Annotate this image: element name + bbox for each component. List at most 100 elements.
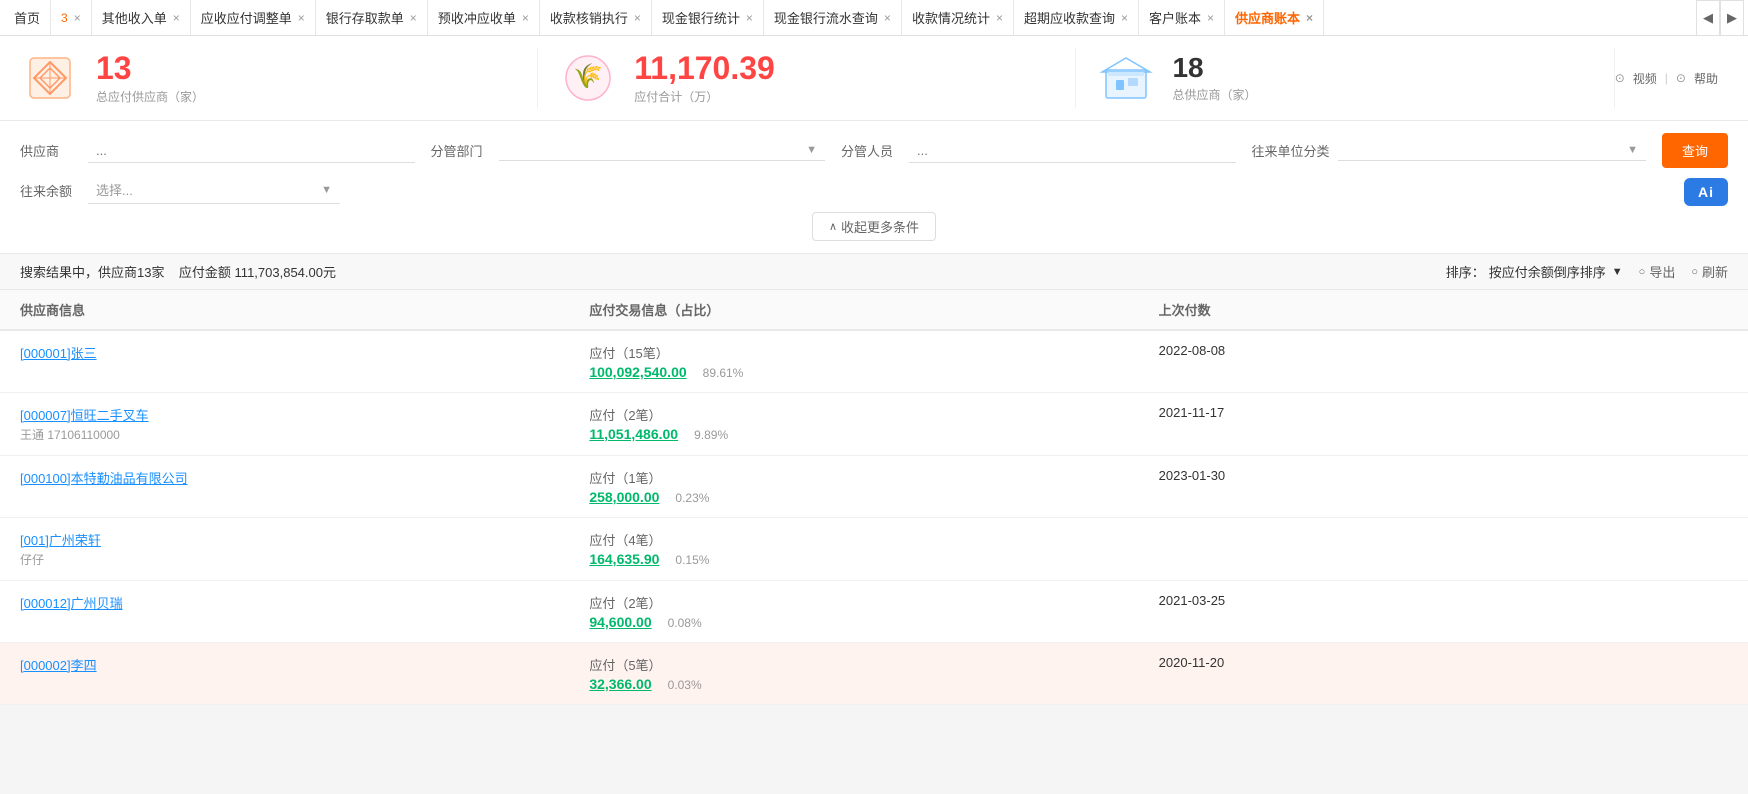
filter-person: 分管人员 (841, 139, 1236, 163)
close-tab-other-income[interactable]: × (173, 11, 180, 25)
supplier-info-cell: [001]广州荣轩 仔仔 (20, 530, 589, 568)
filter-bar: 供应商 分管部门 ▼ 分管人员 往来单位分类 ▼ 查询 (0, 121, 1748, 254)
supplier-input[interactable] (88, 139, 415, 163)
rice-icon: 🌾 (558, 48, 618, 108)
video-link[interactable]: 视频 (1633, 70, 1657, 87)
close-tab-customer-account[interactable]: × (1207, 11, 1214, 25)
shop-icon (1096, 48, 1156, 108)
dept-chevron-icon: ▼ (806, 144, 817, 156)
stat-total-suppliers: 18 总供应商（家） (1076, 48, 1614, 108)
sort-select[interactable]: 排序： 按应付余额倒序排序 ▼ (1446, 262, 1623, 281)
results-summary: 搜索结果中，供应商13家 应付金额 111,703,854.00元 (20, 262, 336, 281)
filter-supplier: 供应商 (20, 139, 415, 163)
nav-tab-overdue-query[interactable]: 超期应收款查询 × (1014, 0, 1139, 36)
nav-tab-receipt-exec[interactable]: 收款核销执行 × (540, 0, 652, 36)
transaction-amount-000001[interactable]: 100,092,540.00 (589, 364, 686, 380)
last-payment-cell: 2021-03-25 (1159, 593, 1728, 608)
results-bar: 搜索结果中，供应商13家 应付金额 111,703,854.00元 排序： 按应… (0, 254, 1748, 290)
nav-prev-arrow[interactable]: ◀ (1696, 0, 1720, 36)
export-button[interactable]: ○ 导出 (1639, 262, 1676, 281)
total-suppliers-label: 总供应商（家） (1172, 86, 1256, 103)
supplier-info-cell: [000100]本特勤油品有限公司 (20, 468, 589, 487)
nav-tab-other-income[interactable]: 其他收入单 × (92, 0, 191, 36)
help-link[interactable]: 帮助 (1694, 70, 1718, 87)
transaction-cell: 应付（4笔） 164,635.90 0.15% (589, 530, 1158, 567)
supplier-info-cell: [000012]广州贝瑞 (20, 593, 589, 612)
filter-row-1: 供应商 分管部门 ▼ 分管人员 往来单位分类 ▼ 查询 (20, 133, 1728, 168)
table-row: [000007]恒旺二手叉车 王通 17106110000 应付（2笔） 11,… (0, 393, 1748, 456)
supplier-info-cell: [000007]恒旺二手叉车 王通 17106110000 (20, 405, 589, 443)
category-select[interactable]: ▼ (1338, 140, 1646, 161)
export-icon: ○ (1639, 266, 1646, 278)
nav-tab-bank-deposit[interactable]: 银行存取款单 × (316, 0, 428, 36)
svg-text:🌾: 🌾 (573, 63, 603, 90)
close-tab-receipt-exec[interactable]: × (634, 11, 641, 25)
balance-select[interactable]: 选择... ▼ (88, 176, 340, 204)
supplier-link-000100[interactable]: [000100]本特勤油品有限公司 (20, 468, 589, 487)
supplier-table: 供应商信息 应付交易信息（占比） 上次付数 [000001]张三 应付（15笔）… (0, 290, 1748, 705)
nav-next-arrow[interactable]: ▶ (1720, 0, 1744, 36)
category-chevron-icon: ▼ (1627, 144, 1638, 156)
supplier-label: 供应商 (20, 141, 80, 160)
table-row: [000012]广州贝瑞 应付（2笔） 94,600.00 0.08% 2021… (0, 581, 1748, 643)
nav-tab-advance-collect[interactable]: 预收冲应收单 × (428, 0, 540, 36)
person-input[interactable] (909, 139, 1236, 163)
supplier-link-000007[interactable]: [000007]恒旺二手叉车 (20, 405, 589, 424)
transaction-percent-001: 0.15% (675, 553, 709, 567)
transaction-percent-000007: 9.89% (694, 428, 728, 442)
close-tab-bank-deposit[interactable]: × (410, 11, 417, 25)
supplier-link-000001[interactable]: [000001]张三 (20, 343, 589, 362)
last-payment-cell: 2021-11-17 (1159, 405, 1728, 420)
top-navigation: 首页 3 × 其他收入单 × 应收应付调整单 × 银行存取款单 × 预收冲应收单… (0, 0, 1748, 36)
ap-suppliers-label: 总应付供应商（家） (96, 88, 204, 105)
supplier-link-000002[interactable]: [000002]李四 (20, 655, 589, 674)
nav-tab-customer-account[interactable]: 客户账本 × (1139, 0, 1225, 36)
close-tab-receipt-stat[interactable]: × (996, 11, 1003, 25)
transaction-percent-000012: 0.08% (668, 616, 702, 630)
last-payment-cell: 2022-08-08 (1159, 343, 1728, 358)
filter-row-2: 往来余额 选择... ▼ (20, 176, 1728, 204)
nav-tab-cash-bank-stat[interactable]: 现金银行统计 × (652, 0, 764, 36)
nav-tab-3[interactable]: 3 × (51, 0, 92, 36)
transaction-amount-001[interactable]: 164,635.90 (589, 551, 659, 567)
close-tab-3[interactable]: × (74, 11, 81, 25)
supplier-info-cell: [000002]李四 (20, 655, 589, 674)
search-button[interactable]: 查询 (1662, 133, 1728, 168)
balance-label: 往来余额 (20, 181, 80, 200)
close-tab-advance-collect[interactable]: × (522, 11, 529, 25)
nav-tab-supplier-account[interactable]: 供应商账本 × (1225, 0, 1324, 36)
nav-tab-ap-adj[interactable]: 应收应付调整单 × (191, 0, 316, 36)
table-row: [000100]本特勤油品有限公司 应付（1笔） 258,000.00 0.23… (0, 456, 1748, 518)
stat-total-suppliers-content: 18 总供应商（家） (1172, 54, 1256, 103)
close-tab-supplier-account[interactable]: × (1306, 11, 1313, 25)
refresh-button[interactable]: ○ 刷新 (1691, 262, 1728, 281)
nav-tab-receipt-stat[interactable]: 收款情况统计 × (902, 0, 1014, 36)
last-payment-cell: 2020-11-20 (1159, 655, 1728, 670)
stat-ap-total-content: 11,170.39 应付合计（万） (634, 52, 775, 105)
close-tab-overdue-query[interactable]: × (1121, 11, 1128, 25)
close-tab-cash-flow[interactable]: × (884, 11, 891, 25)
balance-chevron-icon: ▼ (321, 184, 332, 196)
nav-tab-home[interactable]: 首页 (4, 0, 51, 36)
dept-select[interactable]: ▼ (499, 140, 826, 161)
supplier-link-001[interactable]: [001]广州荣轩 (20, 530, 589, 549)
ai-badge[interactable]: Ai (1684, 178, 1728, 206)
transaction-amount-000100[interactable]: 258,000.00 (589, 489, 659, 505)
transaction-cell: 应付（5笔） 32,366.00 0.03% (589, 655, 1158, 692)
supplier-link-000012[interactable]: [000012]广州贝瑞 (20, 593, 589, 612)
transaction-amount-000007[interactable]: 11,051,486.00 (589, 426, 678, 442)
person-label: 分管人员 (841, 141, 901, 160)
last-payment-cell: 2023-01-30 (1159, 468, 1728, 483)
category-label: 往来单位分类 (1252, 141, 1330, 160)
nav-tab-cash-flow[interactable]: 现金银行流水查询 × (764, 0, 902, 36)
close-tab-ap-adj[interactable]: × (298, 11, 305, 25)
table-row: [001]广州荣轩 仔仔 应付（4笔） 164,635.90 0.15% (0, 518, 1748, 581)
top-right-links: ⊙ 视频 | ⊙ 帮助 (1615, 70, 1728, 87)
dept-label: 分管部门 (431, 141, 491, 160)
close-tab-cash-bank-stat[interactable]: × (746, 11, 753, 25)
filter-dept: 分管部门 ▼ (431, 140, 826, 161)
collapse-filters-button[interactable]: ∧ 收起更多条件 (812, 212, 936, 241)
ap-total-number: 11,170.39 (634, 52, 775, 84)
transaction-amount-000002[interactable]: 32,366.00 (589, 676, 651, 692)
transaction-amount-000012[interactable]: 94,600.00 (589, 614, 651, 630)
